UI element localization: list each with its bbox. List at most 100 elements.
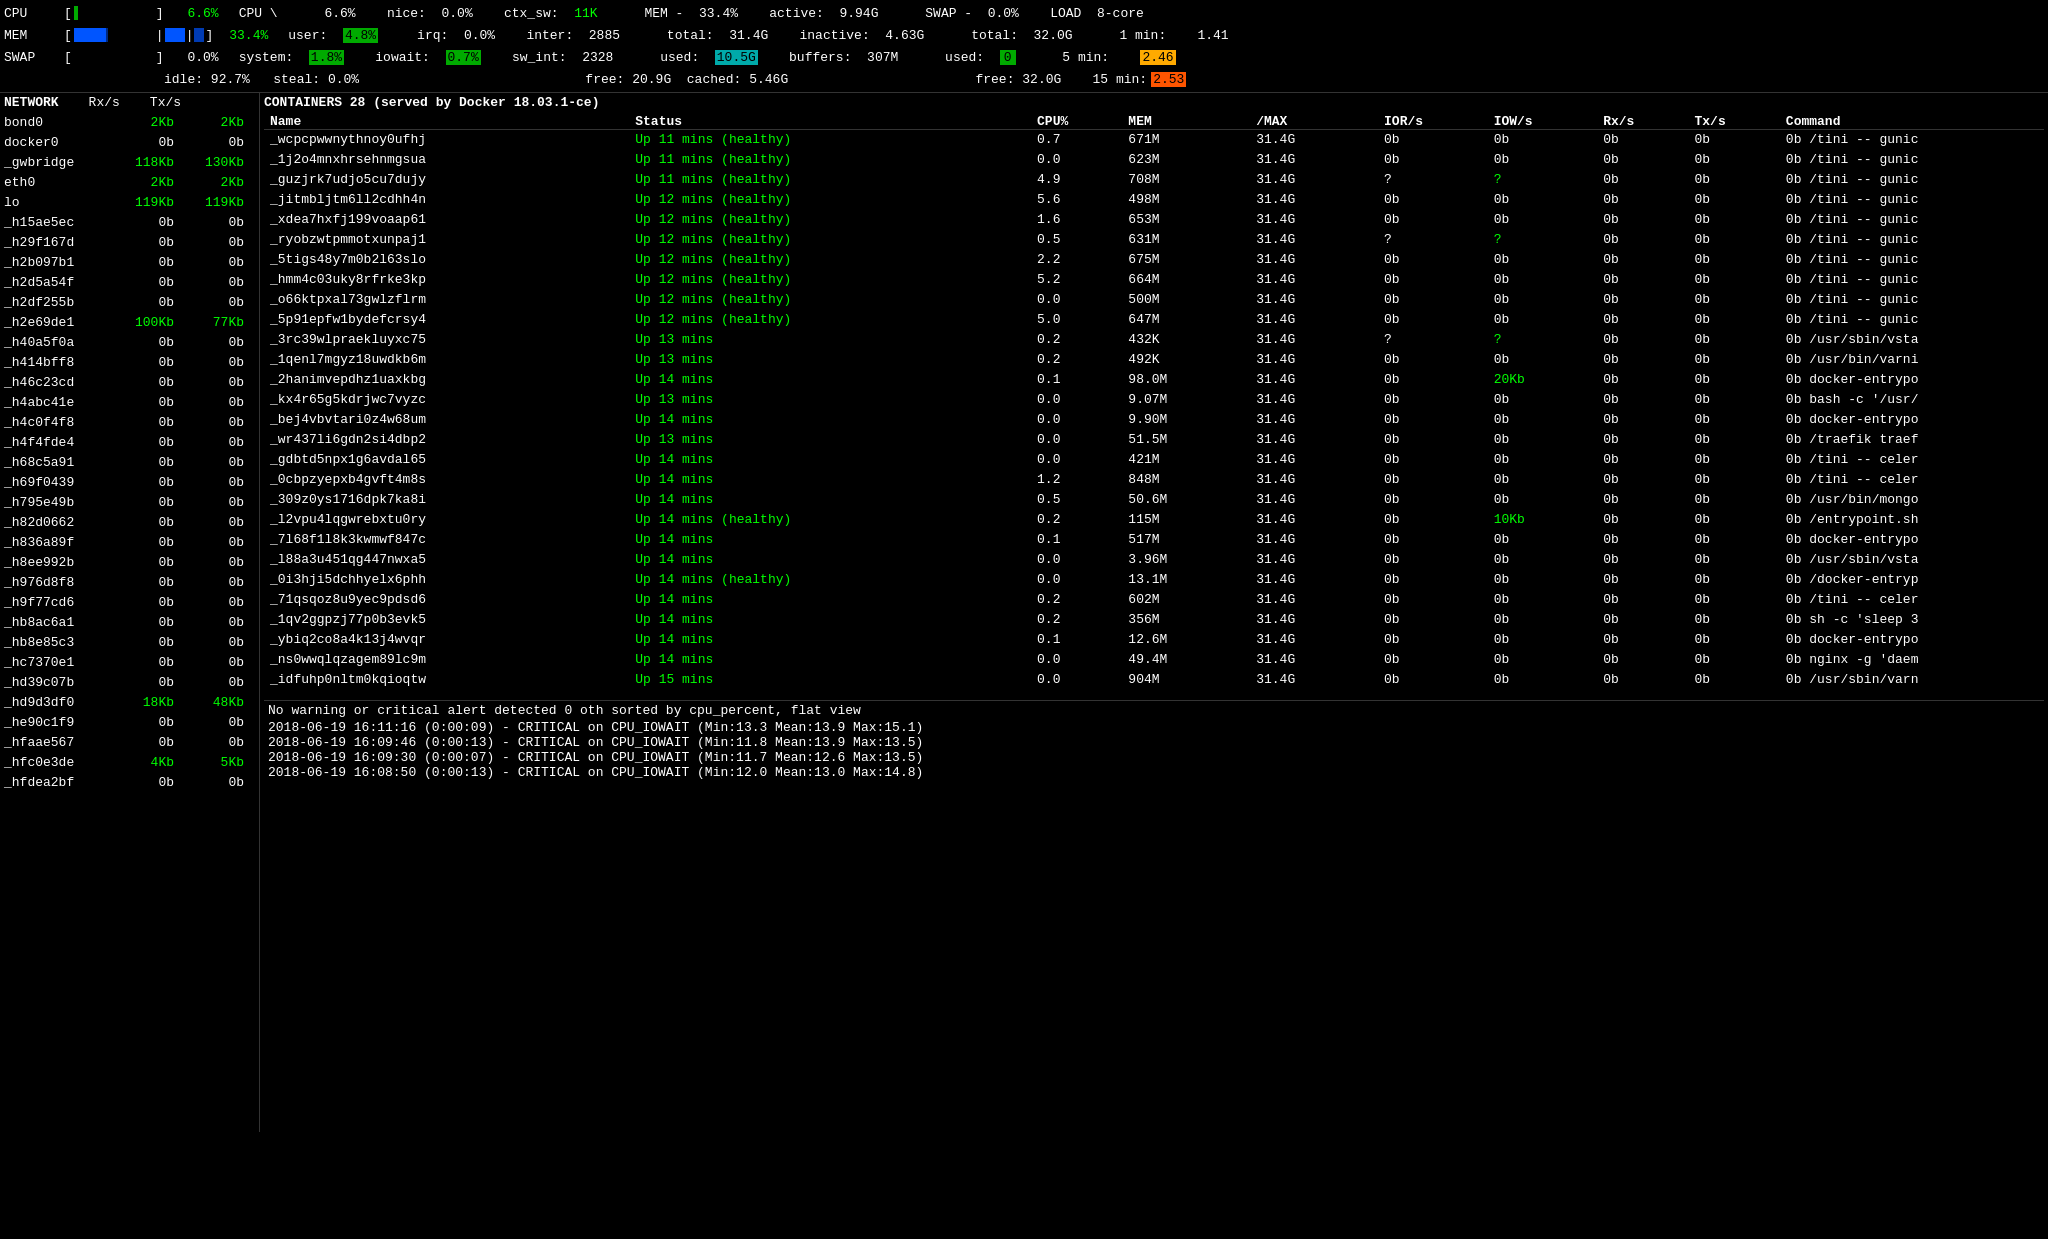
cont-ior: 0b: [1378, 270, 1488, 290]
cont-name: _ns0wwqlqzagem89lc9m: [264, 650, 629, 670]
cpu-label2: CPU \: [239, 6, 317, 21]
net-iface-tx: 0b: [174, 675, 244, 690]
cont-rx: 0b: [1597, 670, 1688, 690]
cont-cmd: 0b /tini -- celer: [1780, 470, 2044, 490]
cont-tx: 0b: [1689, 450, 1780, 470]
cont-cpu: 5.6: [1031, 190, 1122, 210]
cont-cmd: 0b /docker-entryp: [1780, 570, 2044, 590]
active-label: active:: [769, 6, 824, 21]
buffers-val: 307M: [867, 50, 898, 65]
network-interface-row: bond02Kb2Kb: [4, 112, 255, 132]
cont-iow: 0b: [1488, 430, 1598, 450]
net-iface-name: _hd39c07b: [4, 675, 104, 690]
cont-tx: 0b: [1689, 210, 1780, 230]
net-iface-rx: 0b: [104, 595, 174, 610]
cont-tx: 0b: [1689, 470, 1780, 490]
net-iface-name: _hb8e85c3: [4, 635, 104, 650]
cont-max: 31.4G: [1250, 290, 1378, 310]
net-iface-name: _h795e49b: [4, 495, 104, 510]
cont-name: _l88a3u451qg447nwxa5: [264, 550, 629, 570]
cont-rx: 0b: [1597, 650, 1688, 670]
net-iface-tx: 0b: [174, 575, 244, 590]
cont-ior: 0b: [1378, 590, 1488, 610]
net-iface-rx: 0b: [104, 295, 174, 310]
irq-val: 0.0%: [464, 28, 495, 43]
cont-max: 31.4G: [1250, 610, 1378, 630]
network-interface-row: _h414bff80b0b: [4, 352, 255, 372]
net-iface-rx: 0b: [104, 335, 174, 350]
swap-used-val: 0: [1000, 50, 1016, 65]
swap-total-label: total:: [971, 28, 1018, 43]
container-row: _1qenl7mgyz18uwdkb6mUp 13 mins0.2492K31.…: [264, 350, 2044, 370]
mem-bar-close: |: [156, 28, 164, 43]
cont-rx: 0b: [1597, 610, 1688, 630]
idle-label: idle:: [164, 72, 203, 87]
net-iface-rx: 2Kb: [104, 115, 174, 130]
network-interface-row: _h2e69de1100Kb77Kb: [4, 312, 255, 332]
cont-status: Up 12 mins (healthy): [629, 230, 1031, 250]
cont-status: Up 12 mins (healthy): [629, 270, 1031, 290]
cont-cmd: 0b /traefik traef: [1780, 430, 2044, 450]
cont-tx: 0b: [1689, 370, 1780, 390]
cont-max: 31.4G: [1250, 390, 1378, 410]
cont-cpu: 4.9: [1031, 170, 1122, 190]
cont-iow: ?: [1488, 330, 1598, 350]
net-iface-tx: 0b: [174, 435, 244, 450]
cont-name: _7l68f1l8k3kwmwf847c: [264, 530, 629, 550]
cont-cpu: 0.0: [1031, 430, 1122, 450]
net-iface-tx: 0b: [174, 215, 244, 230]
cont-cpu: 0.1: [1031, 630, 1122, 650]
network-interface-row: _hb8ac6a10b0b: [4, 612, 255, 632]
cont-ior: 0b: [1378, 550, 1488, 570]
network-interface-row: _h29f167d0b0b: [4, 232, 255, 252]
cont-ior: 0b: [1378, 190, 1488, 210]
cont-cmd: 0b /tini -- gunic: [1780, 170, 2044, 190]
load-15-min: 15 min:: [1093, 72, 1148, 87]
cont-rx: 0b: [1597, 530, 1688, 550]
cont-tx: 0b: [1689, 130, 1780, 150]
network-interface-row: _hc7370e10b0b: [4, 652, 255, 672]
alert-item: 2018-06-19 16:09:30 (0:00:07) - CRITICAL…: [268, 750, 2040, 765]
cont-mem: 9.07M: [1122, 390, 1250, 410]
net-iface-name: docker0: [4, 135, 104, 150]
mem-label: MEM -: [644, 6, 683, 21]
cont-iow: 0b: [1488, 670, 1598, 690]
net-iface-name: _h414bff8: [4, 355, 104, 370]
cont-status: Up 12 mins (healthy): [629, 190, 1031, 210]
net-iface-name: _h29f167d: [4, 235, 104, 250]
buffers-label: buffers:: [789, 50, 851, 65]
cont-cmd: 0b /tini -- gunic: [1780, 230, 2044, 250]
cached-label: cached:: [687, 72, 742, 87]
cont-tx: 0b: [1689, 230, 1780, 250]
mem-detail: user: 4.8% irq: 0.0% inter: 2885 total: …: [288, 28, 1228, 43]
net-iface-tx: 0b: [174, 555, 244, 570]
load-cores: 8-core: [1097, 6, 1144, 21]
cont-rx: 0b: [1597, 230, 1688, 250]
cont-tx: 0b: [1689, 610, 1780, 630]
cont-status: Up 12 mins (healthy): [629, 310, 1031, 330]
cont-rx: 0b: [1597, 550, 1688, 570]
cont-name: _o66ktpxal73gwlzflrm: [264, 290, 629, 310]
net-iface-tx: 48Kb: [174, 695, 244, 710]
cont-tx: 0b: [1689, 410, 1780, 430]
cont-mem: 421M: [1122, 450, 1250, 470]
cont-tx: 0b: [1689, 670, 1780, 690]
total-val: 31.4G: [729, 28, 768, 43]
cont-tx: 0b: [1689, 650, 1780, 670]
cont-tx: 0b: [1689, 290, 1780, 310]
col-name: Name: [264, 114, 629, 130]
cont-ior: ?: [1378, 170, 1488, 190]
inter-label: inter:: [526, 28, 573, 43]
cont-cmd: 0b docker-entrypo: [1780, 530, 2044, 550]
net-iface-tx: 0b: [174, 135, 244, 150]
cont-iow: 0b: [1488, 130, 1598, 150]
cont-mem: 498M: [1122, 190, 1250, 210]
mem-label: MEM: [4, 28, 64, 43]
network-interface-row: _h2b097b10b0b: [4, 252, 255, 272]
alert-item: 2018-06-19 16:11:16 (0:00:09) - CRITICAL…: [268, 720, 2040, 735]
cont-cmd: 0b nginx -g 'daem: [1780, 650, 2044, 670]
cont-ior: 0b: [1378, 570, 1488, 590]
net-iface-name: _hfc0e3de: [4, 755, 104, 770]
cont-cmd: 0b /tini -- gunic: [1780, 290, 2044, 310]
net-iface-tx: 0b: [174, 335, 244, 350]
